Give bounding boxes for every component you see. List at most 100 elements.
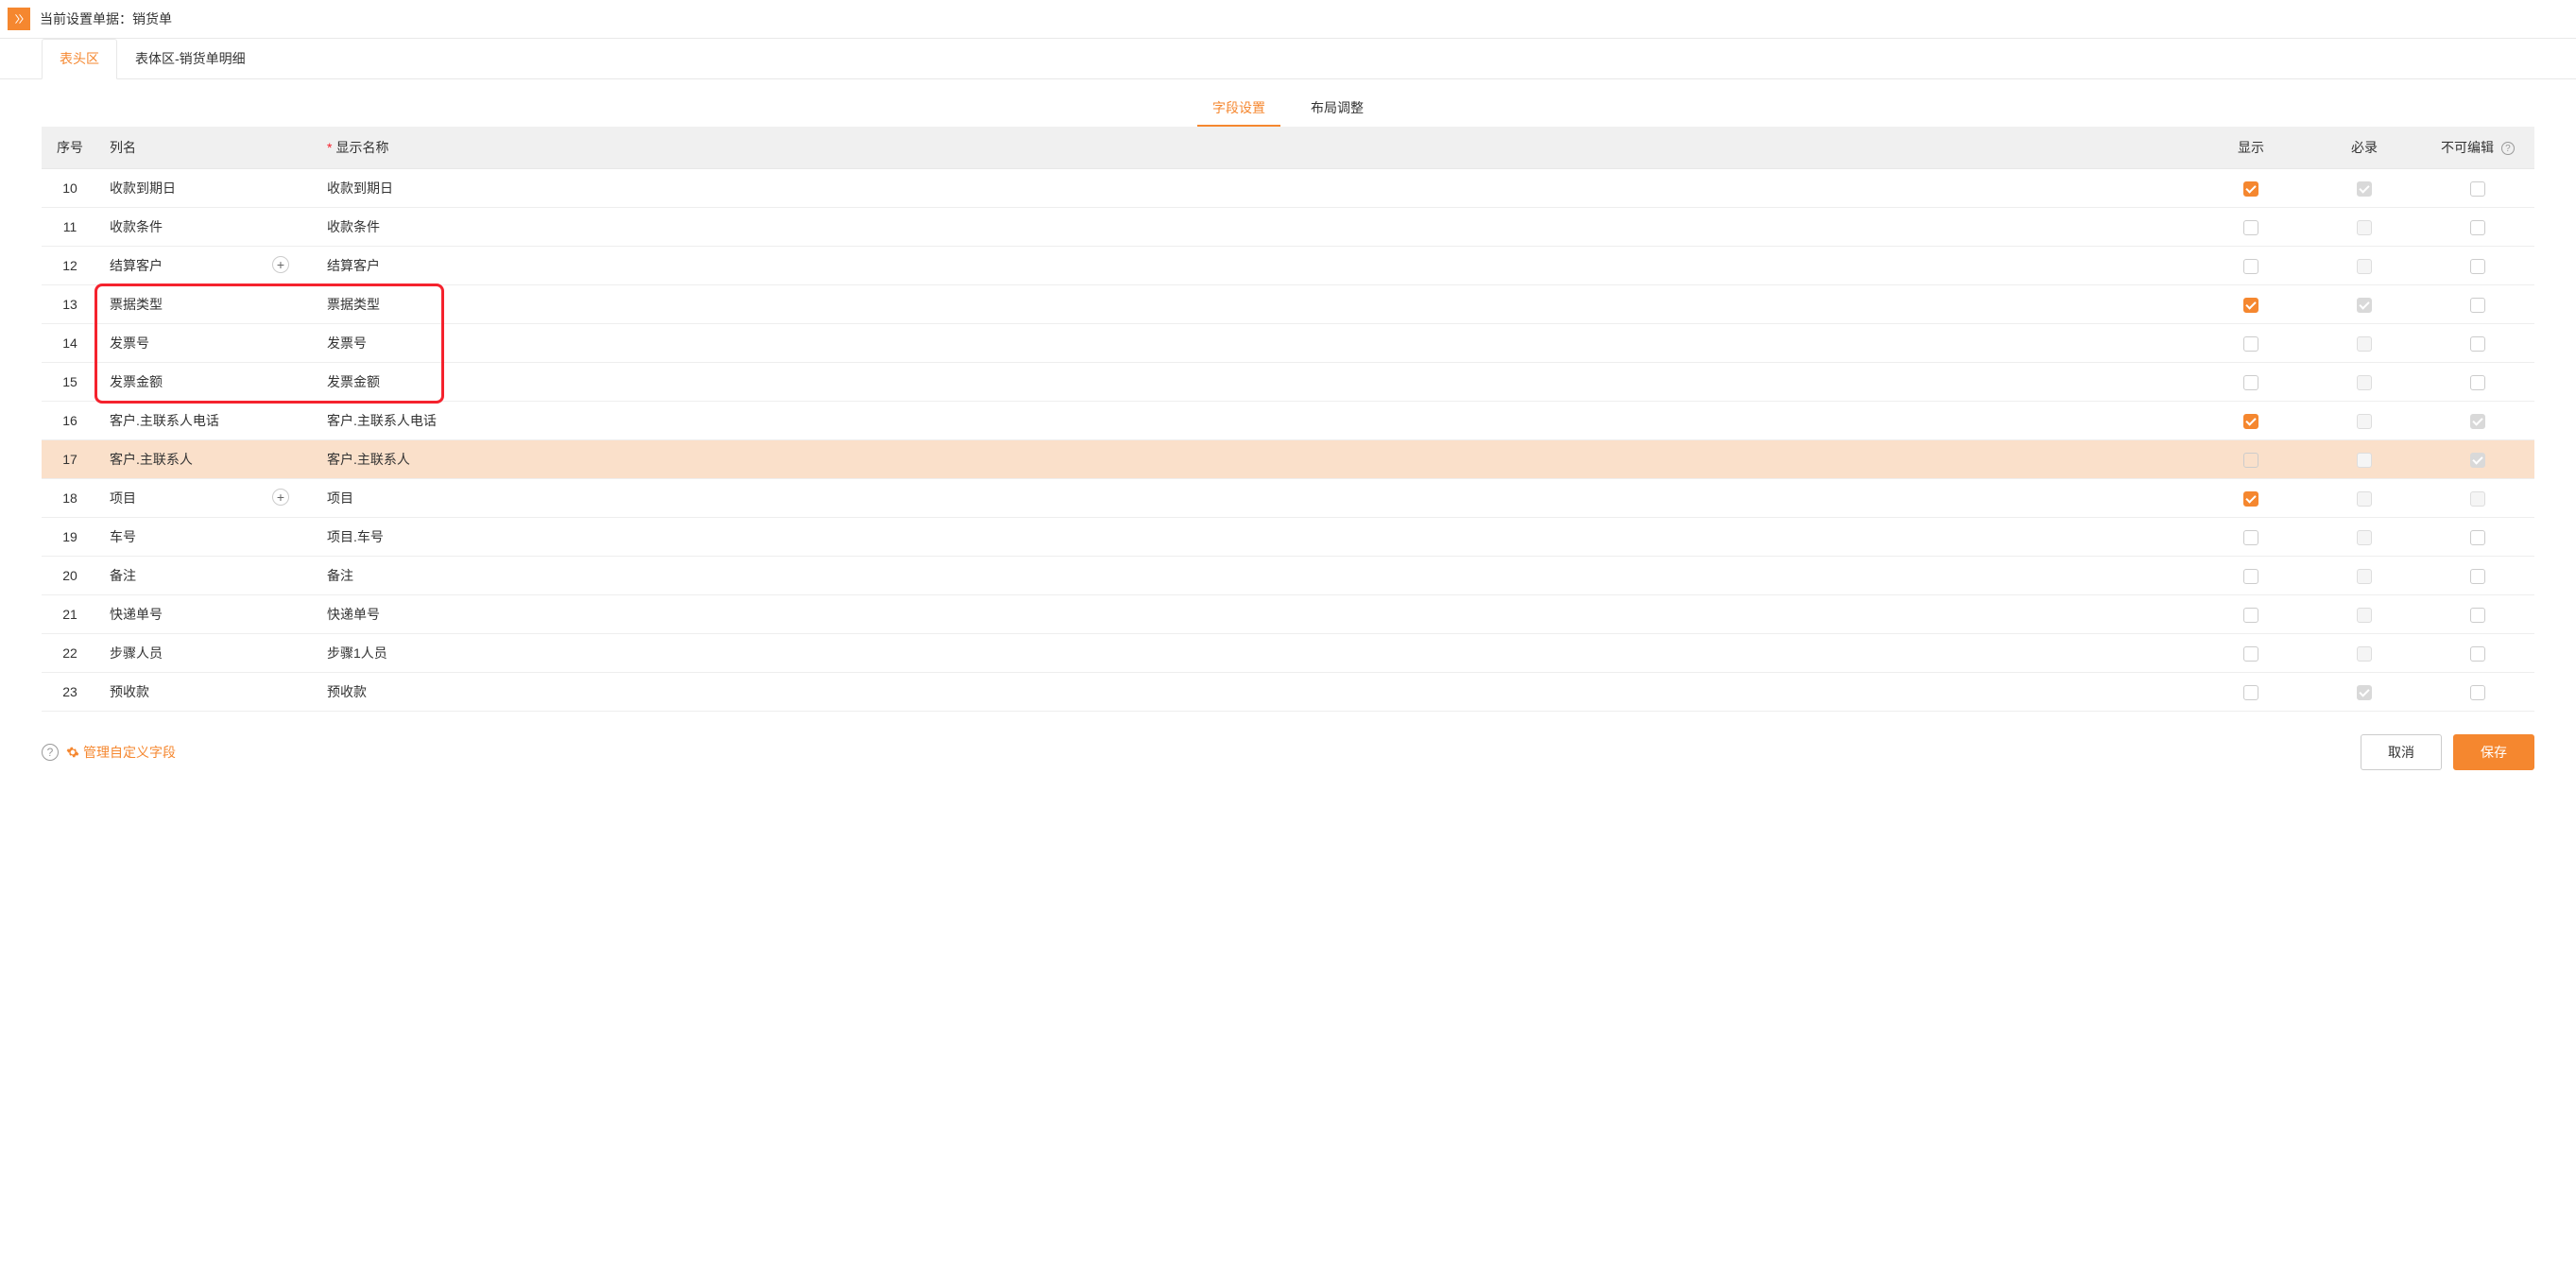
- tabs-row: 表头区表体区-销货单明细: [0, 39, 2576, 79]
- cell-readonly: [2421, 169, 2534, 208]
- readonly-checkbox[interactable]: [2470, 181, 2485, 197]
- cell-seq: 18: [42, 479, 98, 518]
- show-checkbox[interactable]: [2243, 375, 2258, 390]
- cell-readonly: [2421, 595, 2534, 634]
- cell-seq: 10: [42, 169, 98, 208]
- cell-name: 发票号: [98, 324, 316, 363]
- cell-display-name[interactable]: 收款到期日: [316, 169, 2194, 208]
- cell-name: 客户.主联系人电话: [98, 402, 316, 440]
- readonly-checkbox[interactable]: [2470, 259, 2485, 274]
- required-checkbox: [2357, 298, 2372, 313]
- required-checkbox: [2357, 569, 2372, 584]
- readonly-checkbox[interactable]: [2470, 608, 2485, 623]
- subtab-0[interactable]: 字段设置: [1197, 91, 1280, 127]
- col-header-show: 显示: [2194, 127, 2308, 169]
- cell-show: [2194, 518, 2308, 557]
- cell-display-name[interactable]: 备注: [316, 557, 2194, 595]
- cell-seq: 22: [42, 634, 98, 673]
- cell-seq: 23: [42, 673, 98, 712]
- cell-readonly: [2421, 518, 2534, 557]
- cell-display-name[interactable]: 结算客户: [316, 247, 2194, 285]
- header-bar: 当前设置单据：销货单: [0, 0, 2576, 39]
- table-header-row: 序号 列名 *显示名称 显示 必录 不可编辑 ?: [42, 127, 2534, 169]
- help-icon[interactable]: ?: [2501, 142, 2515, 155]
- show-checkbox[interactable]: [2243, 181, 2258, 197]
- cancel-button[interactable]: 取消: [2361, 734, 2442, 770]
- readonly-checkbox[interactable]: [2470, 685, 2485, 700]
- plus-icon[interactable]: +: [272, 256, 289, 273]
- cell-show: [2194, 557, 2308, 595]
- cell-display-name[interactable]: 预收款: [316, 673, 2194, 712]
- cell-show: [2194, 479, 2308, 518]
- table-row: 11收款条件收款条件: [42, 208, 2534, 247]
- show-checkbox[interactable]: [2243, 646, 2258, 662]
- show-checkbox[interactable]: [2243, 608, 2258, 623]
- show-checkbox[interactable]: [2243, 220, 2258, 235]
- cell-required: [2308, 518, 2421, 557]
- show-checkbox[interactable]: [2243, 569, 2258, 584]
- cell-display-name[interactable]: 项目.车号: [316, 518, 2194, 557]
- cell-show: [2194, 169, 2308, 208]
- cell-show: [2194, 208, 2308, 247]
- col-name-text: 车号: [110, 529, 136, 544]
- show-checkbox[interactable]: [2243, 453, 2258, 468]
- col-name-text: 客户.主联系人: [110, 452, 193, 467]
- table-row: 10收款到期日收款到期日: [42, 169, 2534, 208]
- cell-readonly: [2421, 440, 2534, 479]
- help-icon[interactable]: ?: [42, 744, 59, 761]
- cell-required: [2308, 169, 2421, 208]
- readonly-checkbox[interactable]: [2470, 646, 2485, 662]
- cell-required: [2308, 363, 2421, 402]
- cell-required: [2308, 440, 2421, 479]
- table-row: 15发票金额发票金额: [42, 363, 2534, 402]
- cell-display-name[interactable]: 快递单号: [316, 595, 2194, 634]
- required-checkbox: [2357, 646, 2372, 662]
- show-checkbox[interactable]: [2243, 530, 2258, 545]
- col-name-text: 步骤人员: [110, 645, 163, 661]
- table-body: 10收款到期日收款到期日11收款条件收款条件12结算客户+结算客户13票据类型票…: [42, 169, 2534, 712]
- plus-icon[interactable]: +: [272, 489, 289, 506]
- cell-show: [2194, 595, 2308, 634]
- readonly-checkbox[interactable]: [2470, 530, 2485, 545]
- show-checkbox[interactable]: [2243, 685, 2258, 700]
- tab-0[interactable]: 表头区: [42, 39, 117, 79]
- cell-required: [2308, 208, 2421, 247]
- cell-readonly: [2421, 324, 2534, 363]
- cell-display-name[interactable]: 收款条件: [316, 208, 2194, 247]
- cell-display-name[interactable]: 项目: [316, 479, 2194, 518]
- show-checkbox[interactable]: [2243, 259, 2258, 274]
- cell-show: [2194, 402, 2308, 440]
- cell-seq: 13: [42, 285, 98, 324]
- cell-required: [2308, 324, 2421, 363]
- cell-display-name[interactable]: 步骤1人员: [316, 634, 2194, 673]
- readonly-checkbox[interactable]: [2470, 298, 2485, 313]
- cell-display-name[interactable]: 发票金额: [316, 363, 2194, 402]
- save-button[interactable]: 保存: [2453, 734, 2534, 770]
- cell-readonly: [2421, 634, 2534, 673]
- table-row: 23预收款预收款: [42, 673, 2534, 712]
- readonly-checkbox[interactable]: [2470, 220, 2485, 235]
- required-checkbox: [2357, 414, 2372, 429]
- readonly-checkbox[interactable]: [2470, 336, 2485, 352]
- tab-1[interactable]: 表体区-销货单明细: [117, 39, 264, 78]
- collapse-toggle-button[interactable]: [8, 8, 30, 30]
- cell-readonly: [2421, 285, 2534, 324]
- readonly-checkbox[interactable]: [2470, 569, 2485, 584]
- cell-display-name[interactable]: 发票号: [316, 324, 2194, 363]
- subtab-1[interactable]: 布局调整: [1296, 91, 1379, 127]
- cell-display-name[interactable]: 客户.主联系人电话: [316, 402, 2194, 440]
- cell-display-name[interactable]: 票据类型: [316, 285, 2194, 324]
- footer-left: ? 管理自定义字段: [42, 743, 176, 762]
- cell-display-name[interactable]: 客户.主联系人: [316, 440, 2194, 479]
- readonly-checkbox[interactable]: [2470, 375, 2485, 390]
- cell-show: [2194, 324, 2308, 363]
- show-checkbox[interactable]: [2243, 336, 2258, 352]
- show-checkbox[interactable]: [2243, 414, 2258, 429]
- required-checkbox: [2357, 453, 2372, 468]
- show-checkbox[interactable]: [2243, 491, 2258, 507]
- col-header-seq: 序号: [42, 127, 98, 169]
- required-checkbox: [2357, 181, 2372, 197]
- show-checkbox[interactable]: [2243, 298, 2258, 313]
- manage-custom-fields-link[interactable]: 管理自定义字段: [66, 743, 176, 762]
- cell-required: [2308, 247, 2421, 285]
